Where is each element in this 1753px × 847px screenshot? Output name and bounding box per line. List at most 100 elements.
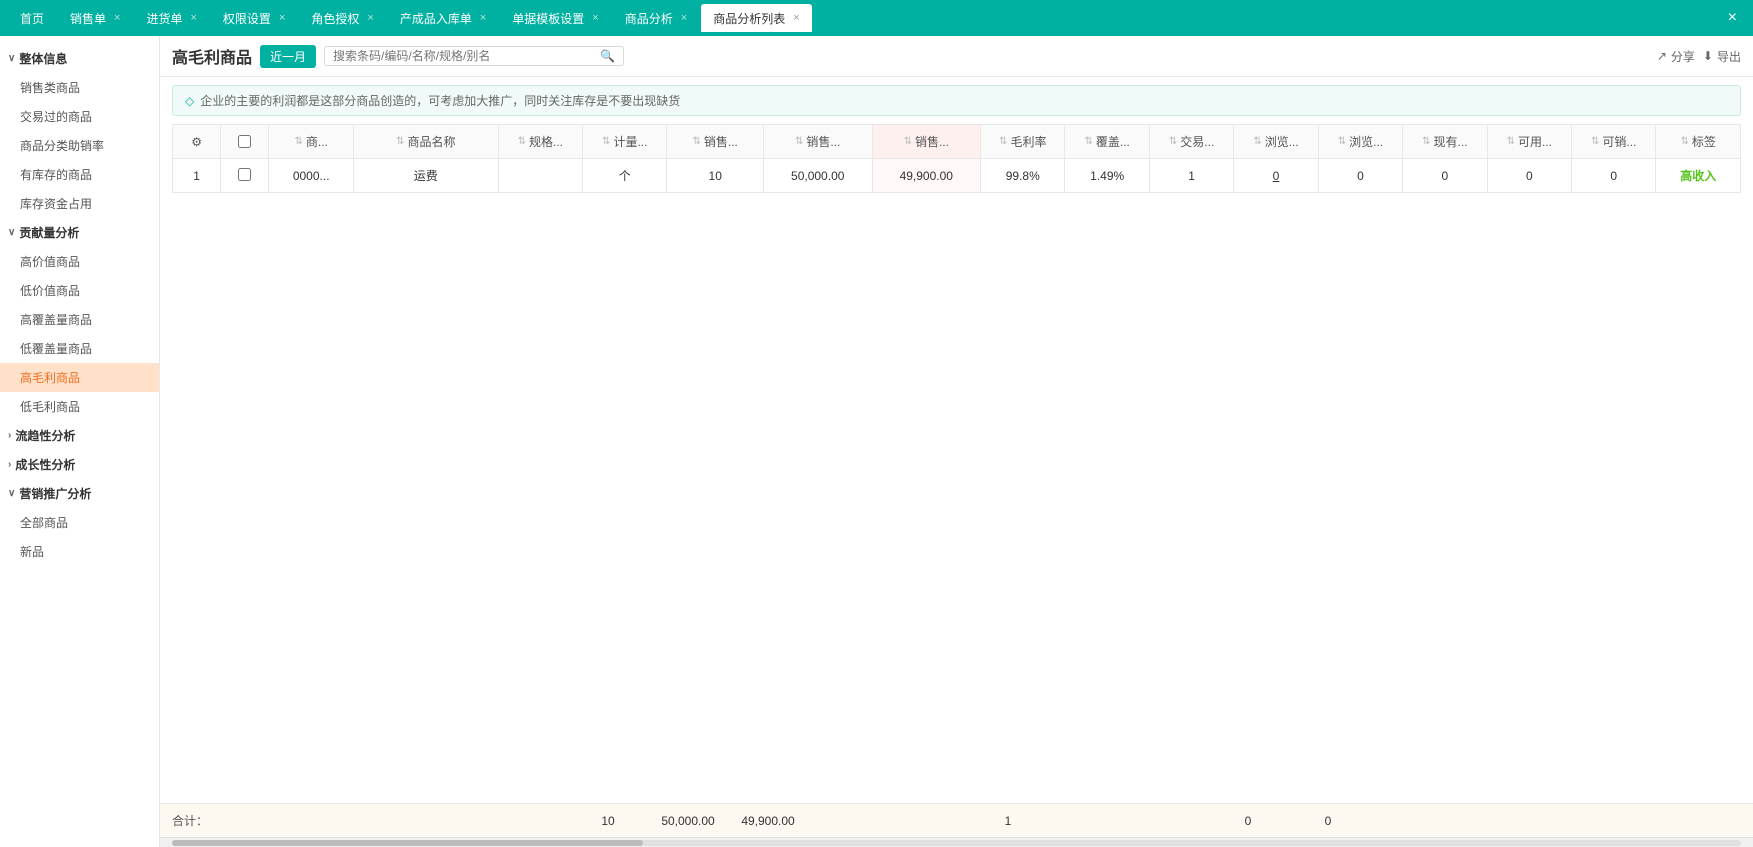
th-view1[interactable]: ⇅ 浏览... (1234, 125, 1318, 159)
th-sales-cost[interactable]: ⇅ 销售... (872, 125, 981, 159)
group-overview-arrow: ∨ (8, 53, 15, 64)
nav-close-sales[interactable]: × (114, 12, 120, 24)
cell-view2: 0 (1318, 159, 1402, 193)
sidebar-group-growth[interactable]: › 成长性分析 (0, 450, 159, 479)
sidebar-item-stock-capital[interactable]: 库存资金占用 (0, 189, 159, 218)
th-coverage-sort-icon: ⇅ (1084, 136, 1092, 147)
footer-available-stock: 0 (1288, 814, 1368, 828)
sidebar-group-trend[interactable]: › 流趋性分析 (0, 421, 159, 450)
sidebar-item-traded-products[interactable]: 交易过的商品 (0, 102, 159, 131)
nav-close-analysis-list[interactable]: × (793, 12, 799, 24)
th-code[interactable]: ⇅ 商... (269, 125, 353, 159)
nav-close-analysis[interactable]: × (681, 12, 687, 24)
sidebar: « ∨ 整体信息 销售类商品 交易过的商品 商品分类助销率 有库存的商品 库存资… (0, 36, 160, 847)
search-input[interactable] (333, 49, 596, 63)
sidebar-item-high-margin[interactable]: 高毛利商品 (0, 363, 159, 392)
period-button[interactable]: 近一月 (260, 45, 316, 68)
export-icon: ⬇ (1703, 49, 1713, 63)
nav-close-all-button[interactable]: × (1720, 9, 1745, 27)
sidebar-group-overview[interactable]: ∨ 整体信息 (0, 44, 159, 73)
th-trade-sort-icon: ⇅ (1169, 136, 1177, 147)
nav-item-purchase[interactable]: 进货单 × (134, 4, 208, 32)
th-current-stock[interactable]: ⇅ 现有... (1403, 125, 1487, 159)
footer-values: 10 50,000.00 49,900.00 1 0 0 (248, 814, 1741, 828)
cell-sales-amount: 50,000.00 (763, 159, 872, 193)
nav-item-home[interactable]: 首页 (8, 4, 56, 32)
footer-sales-amount: 50,000.00 (648, 814, 728, 828)
nav-close-product-storage[interactable]: × (480, 12, 486, 24)
th-coverage[interactable]: ⇅ 覆盖... (1065, 125, 1149, 159)
settings-icon[interactable]: ⚙ (191, 135, 202, 149)
th-sales-amount[interactable]: ⇅ 销售... (763, 125, 872, 159)
th-sales-qty-sort-icon: ⇅ (693, 136, 701, 147)
cell-name: 运费 (353, 159, 498, 193)
sidebar-item-low-margin[interactable]: 低毛利商品 (0, 392, 159, 421)
th-gross-margin[interactable]: ⇅ 毛利率 (981, 125, 1065, 159)
tag-label: 高收入 (1680, 169, 1716, 183)
cell-current-stock: 0 (1403, 159, 1487, 193)
footer-trade: 1 (968, 814, 1048, 828)
nav-close-role[interactable]: × (367, 12, 373, 24)
nav-item-permission[interactable]: 权限设置 × (211, 4, 297, 32)
th-name[interactable]: ⇅ 商品名称 (353, 125, 498, 159)
th-saleable-stock-sort-icon: ⇅ (1591, 136, 1599, 147)
nav-item-product-storage[interactable]: 产成品入库单 × (388, 4, 498, 32)
export-button[interactable]: ⬇ 导出 (1703, 48, 1741, 65)
table-header-row: ⚙ ⇅ 商... (173, 125, 1741, 159)
footer-label: 合计： (172, 812, 208, 829)
nav-item-analysis[interactable]: 商品分析 × (613, 4, 699, 32)
sidebar-item-low-value[interactable]: 低价值商品 (0, 276, 159, 305)
cell-coverage: 1.49% (1065, 159, 1149, 193)
nav-item-analysis-list[interactable]: 商品分析列表 × (701, 4, 811, 32)
th-name-sort-icon: ⇅ (396, 136, 404, 147)
select-all-checkbox[interactable] (238, 135, 251, 148)
th-sales-qty[interactable]: ⇅ 销售... (667, 125, 763, 159)
th-available-stock[interactable]: ⇅ 可用... (1487, 125, 1571, 159)
tip-bar: ◇ 企业的主要的利润都是这部分商品创造的，可考虑加大推广，同时关注库存是不要出现… (172, 85, 1741, 116)
th-spec-sort-icon: ⇅ (518, 136, 526, 147)
cell-seq: 1 (173, 159, 221, 193)
sidebar-item-low-coverage[interactable]: 低覆盖量商品 (0, 334, 159, 363)
sidebar-item-new-products[interactable]: 新品 (0, 537, 159, 566)
th-unit[interactable]: ⇅ 计量... (583, 125, 667, 159)
sidebar-item-all-products[interactable]: 全部商品 (0, 508, 159, 537)
sidebar-item-in-stock[interactable]: 有库存的商品 (0, 160, 159, 189)
cell-view1[interactable]: 0 (1234, 159, 1318, 193)
scroll-track[interactable] (172, 840, 1741, 846)
nav-item-role[interactable]: 角色授权 × (299, 4, 385, 32)
th-sales-cost-sort-icon: ⇅ (904, 136, 912, 147)
main-layout: « ∨ 整体信息 销售类商品 交易过的商品 商品分类助销率 有库存的商品 库存资… (0, 36, 1753, 847)
scroll-bar-area (160, 837, 1753, 847)
nav-close-template[interactable]: × (592, 12, 598, 24)
th-saleable-stock[interactable]: ⇅ 可销... (1572, 125, 1656, 159)
share-button[interactable]: ↗ 分享 (1657, 48, 1695, 65)
sidebar-item-sales-products[interactable]: 销售类商品 (0, 73, 159, 102)
view1-link[interactable]: 0 (1273, 169, 1280, 183)
sidebar-group-marketing[interactable]: ∨ 营销推广分析 (0, 479, 159, 508)
top-nav: 首页 销售单 × 进货单 × 权限设置 × 角色授权 × 产成品入库单 × 单据… (0, 0, 1753, 36)
th-tag[interactable]: ⇅ 标签 (1656, 125, 1741, 159)
sidebar-group-contribution[interactable]: ∨ 贡献量分析 (0, 218, 159, 247)
scroll-thumb[interactable] (172, 840, 643, 846)
th-checkbox (221, 125, 269, 159)
nav-item-template[interactable]: 单据模板设置 × (500, 4, 610, 32)
search-icon[interactable]: 🔍 (600, 49, 615, 63)
cell-trade: 1 (1149, 159, 1233, 193)
th-view2[interactable]: ⇅ 浏览... (1318, 125, 1402, 159)
row-checkbox[interactable] (238, 168, 251, 181)
th-view1-sort-icon: ⇅ (1253, 136, 1261, 147)
nav-close-purchase[interactable]: × (190, 12, 196, 24)
sidebar-item-category-rate[interactable]: 商品分类助销率 (0, 131, 159, 160)
th-current-stock-sort-icon: ⇅ (1422, 136, 1430, 147)
group-growth-arrow: › (8, 459, 11, 470)
nav-close-permission[interactable]: × (279, 12, 285, 24)
cell-code: 0000... (269, 159, 353, 193)
nav-item-sales[interactable]: 销售单 × (58, 4, 132, 32)
sidebar-item-high-coverage[interactable]: 高覆盖量商品 (0, 305, 159, 334)
sidebar-collapse-button[interactable]: « (159, 422, 160, 462)
footer-bar: 合计： 10 50,000.00 49,900.00 1 0 0 (160, 803, 1753, 837)
th-spec[interactable]: ⇅ 规格... (498, 125, 582, 159)
sidebar-item-high-value[interactable]: 高价值商品 (0, 247, 159, 276)
th-seq: ⚙ (173, 125, 221, 159)
th-trade[interactable]: ⇅ 交易... (1149, 125, 1233, 159)
